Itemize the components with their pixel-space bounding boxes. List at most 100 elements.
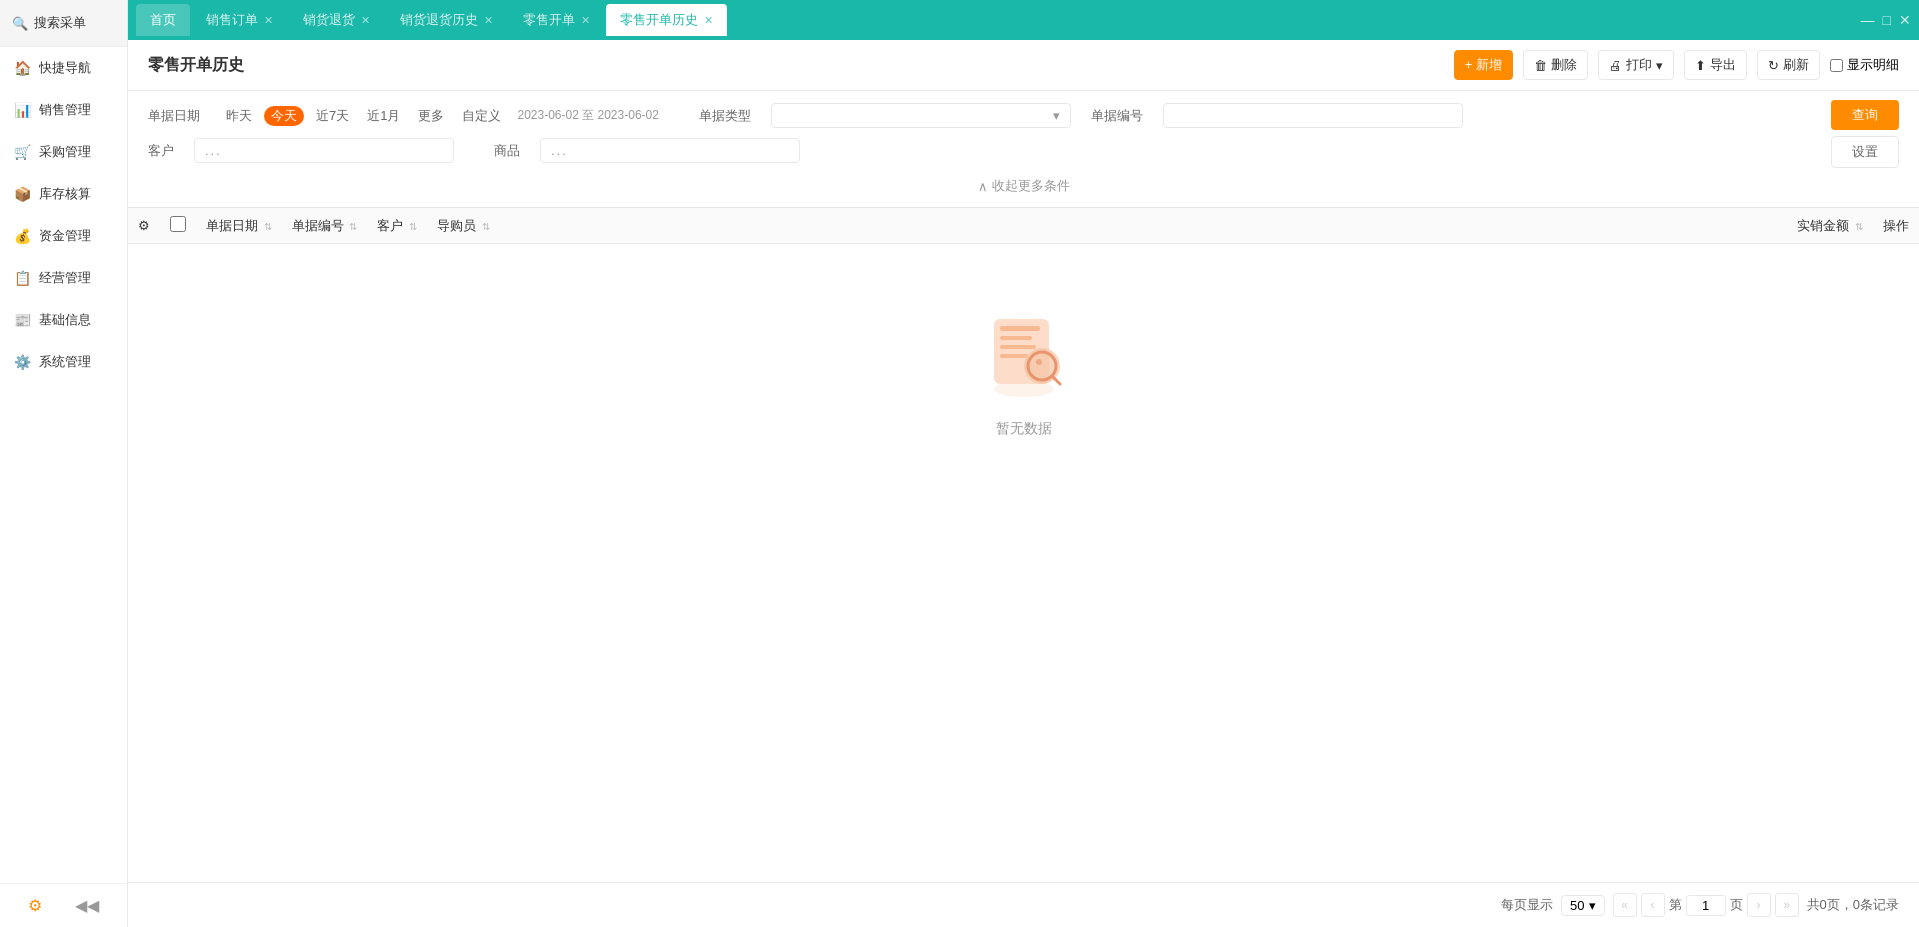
minimize-button[interactable]: — <box>1861 12 1875 28</box>
sidebar-item-label: 基础信息 <box>39 311 91 329</box>
date-opt-7days[interactable]: 近7天 <box>310 105 355 127</box>
sidebar-item-inventory[interactable]: 📦 库存核算 <box>0 173 127 215</box>
delete-button[interactable]: 🗑 删除 <box>1523 50 1588 80</box>
sidebar-search-label: 搜索采单 <box>34 14 86 32</box>
home-icon: 🏠 <box>14 60 31 76</box>
date-opt-1month[interactable]: 近1月 <box>361 105 406 127</box>
sidebar-item-operations[interactable]: 📋 经营管理 <box>0 257 127 299</box>
tab-retail-open-close[interactable]: ✕ <box>581 14 590 27</box>
sidebar-search[interactable]: 🔍 搜索采单 <box>0 0 127 47</box>
next-page-button[interactable]: › <box>1747 893 1771 917</box>
svg-rect-2 <box>1000 326 1040 331</box>
type-select[interactable]: ▾ <box>771 103 1071 128</box>
system-icon: ⚙️ <box>14 354 31 370</box>
product-label: 商品 <box>494 142 520 160</box>
number-label: 单据编号 <box>1091 107 1143 125</box>
column-settings-icon[interactable]: ⚙ <box>138 218 150 233</box>
th-action: 操作 <box>1873 208 1919 244</box>
prev-page-button[interactable]: ‹ <box>1641 893 1665 917</box>
tab-retail-open[interactable]: 零售开单 ✕ <box>509 4 604 36</box>
basic-info-icon: 📰 <box>14 312 31 328</box>
date-opt-custom[interactable]: 自定义 <box>456 105 507 127</box>
tab-retail-open-history-close[interactable]: ✕ <box>704 14 713 27</box>
sidebar-item-label: 库存核算 <box>39 185 91 203</box>
first-page-button[interactable]: « <box>1613 893 1637 917</box>
sidebar-item-label: 采购管理 <box>39 143 91 161</box>
refresh-button-label: 刷新 <box>1783 56 1809 74</box>
page-title: 零售开单历史 <box>148 55 1454 76</box>
product-select[interactable]: ... <box>540 138 800 163</box>
tab-sales-return-history-close[interactable]: ✕ <box>484 14 493 27</box>
table-area: ⚙ 单据日期 ⇅ 单据编号 ⇅ <box>128 208 1919 927</box>
amount-sort-icon[interactable]: ⇅ <box>1855 221 1863 232</box>
finance-icon: 💰 <box>14 228 31 244</box>
sidebar-item-label: 销售管理 <box>39 101 91 119</box>
settings-filter-button[interactable]: 设置 <box>1831 136 1899 168</box>
close-button[interactable]: ✕ <box>1899 12 1911 28</box>
per-page-select[interactable]: 50 ▾ <box>1561 895 1604 916</box>
print-button[interactable]: 🖨 打印 ▾ <box>1598 50 1674 80</box>
delete-button-label: 删除 <box>1551 56 1577 74</box>
add-button[interactable]: + 新增 <box>1454 50 1513 80</box>
page-total: 共0页，0条记录 <box>1807 896 1899 914</box>
show-detail-toggle[interactable]: 显示明细 <box>1830 56 1899 74</box>
query-button[interactable]: 查询 <box>1831 100 1899 130</box>
filter-actions: 查询 设置 <box>1831 100 1899 168</box>
add-button-label: + 新增 <box>1465 56 1502 74</box>
date-opt-yesterday[interactable]: 昨天 <box>220 105 258 127</box>
sidebar-item-purchase-mgmt[interactable]: 🛒 采购管理 <box>0 131 127 173</box>
tab-sales-order-close[interactable]: ✕ <box>264 14 273 27</box>
svg-rect-5 <box>1000 354 1028 358</box>
date-sort-icon[interactable]: ⇅ <box>264 221 272 232</box>
th-guide-label: 导购员 <box>437 218 476 233</box>
date-opt-today[interactable]: 今天 <box>264 106 304 126</box>
tab-sales-return-close[interactable]: ✕ <box>361 14 370 27</box>
maximize-button[interactable]: □ <box>1883 12 1891 28</box>
tab-retail-open-history[interactable]: 零售开单历史 ✕ <box>606 4 727 36</box>
export-button[interactable]: ⬆ 导出 <box>1684 50 1747 80</box>
th-settings: ⚙ <box>128 208 160 244</box>
toolbar: + 新增 🗑 删除 🖨 打印 ▾ ⬆ 导出 ↻ 刷新 显示明细 <box>1454 50 1899 80</box>
query-button-label: 查询 <box>1852 107 1878 122</box>
sidebar-item-basic-info[interactable]: 📰 基础信息 <box>0 299 127 341</box>
tab-sales-order-label: 销售订单 <box>206 11 258 29</box>
number-sort-icon[interactable]: ⇅ <box>349 221 357 232</box>
tab-sales-return-history[interactable]: 销货退货历史 ✕ <box>386 4 507 36</box>
tab-sales-return[interactable]: 销货退货 ✕ <box>289 4 384 36</box>
settings-bottom-icon[interactable]: ⚙ <box>28 896 42 915</box>
sidebar-item-quick-nav[interactable]: 🏠 快捷导航 <box>0 47 127 89</box>
th-spacer <box>500 208 1788 244</box>
select-all-checkbox[interactable] <box>170 216 186 232</box>
purchase-icon: 🛒 <box>14 144 31 160</box>
collapse-filter[interactable]: ∧ 收起更多条件 <box>148 173 1899 195</box>
customer-select[interactable]: ... <box>194 138 454 163</box>
show-detail-checkbox[interactable] <box>1830 59 1843 72</box>
customer-sort-icon[interactable]: ⇅ <box>409 221 417 232</box>
guide-sort-icon[interactable]: ⇅ <box>482 221 490 232</box>
th-amount: 实销金额 ⇅ <box>1787 208 1873 244</box>
product-placeholder: ... <box>551 143 568 158</box>
inventory-icon: 📦 <box>14 186 31 202</box>
number-input[interactable] <box>1163 103 1463 128</box>
collapse-up-icon: ∧ <box>978 179 988 194</box>
collapse-sidebar-icon[interactable]: ◀◀ <box>75 896 99 915</box>
empty-text: 暂无数据 <box>996 420 1052 438</box>
refresh-button[interactable]: ↻ 刷新 <box>1757 50 1820 80</box>
sidebar-item-system-mgmt[interactable]: ⚙️ 系统管理 <box>0 341 127 383</box>
sidebar-item-label: 系统管理 <box>39 353 91 371</box>
sidebar-item-sales-mgmt[interactable]: 📊 销售管理 <box>0 89 127 131</box>
date-opt-more[interactable]: 更多 <box>412 105 450 127</box>
tab-sales-order[interactable]: 销售订单 ✕ <box>192 4 287 36</box>
date-options: 昨天 今天 近7天 近1月 更多 自定义 2023-06-02 至 2023-0… <box>220 105 659 127</box>
date-range: 2023-06-02 至 2023-06-02 <box>517 107 658 124</box>
sidebar-item-finance[interactable]: 💰 资金管理 <box>0 215 127 257</box>
window-controls: — □ ✕ <box>1861 12 1911 28</box>
tab-home[interactable]: 首页 <box>136 4 190 36</box>
empty-state: 暂无数据 <box>128 244 1919 498</box>
date-label: 单据日期 <box>148 107 200 125</box>
table-scroll[interactable]: ⚙ 单据日期 ⇅ 单据编号 ⇅ <box>128 208 1919 882</box>
page-input[interactable] <box>1686 895 1726 916</box>
filter-row-2: 客户 ... 商品 ... <box>148 138 1899 163</box>
last-page-button[interactable]: » <box>1775 893 1799 917</box>
customer-placeholder: ... <box>205 143 222 158</box>
